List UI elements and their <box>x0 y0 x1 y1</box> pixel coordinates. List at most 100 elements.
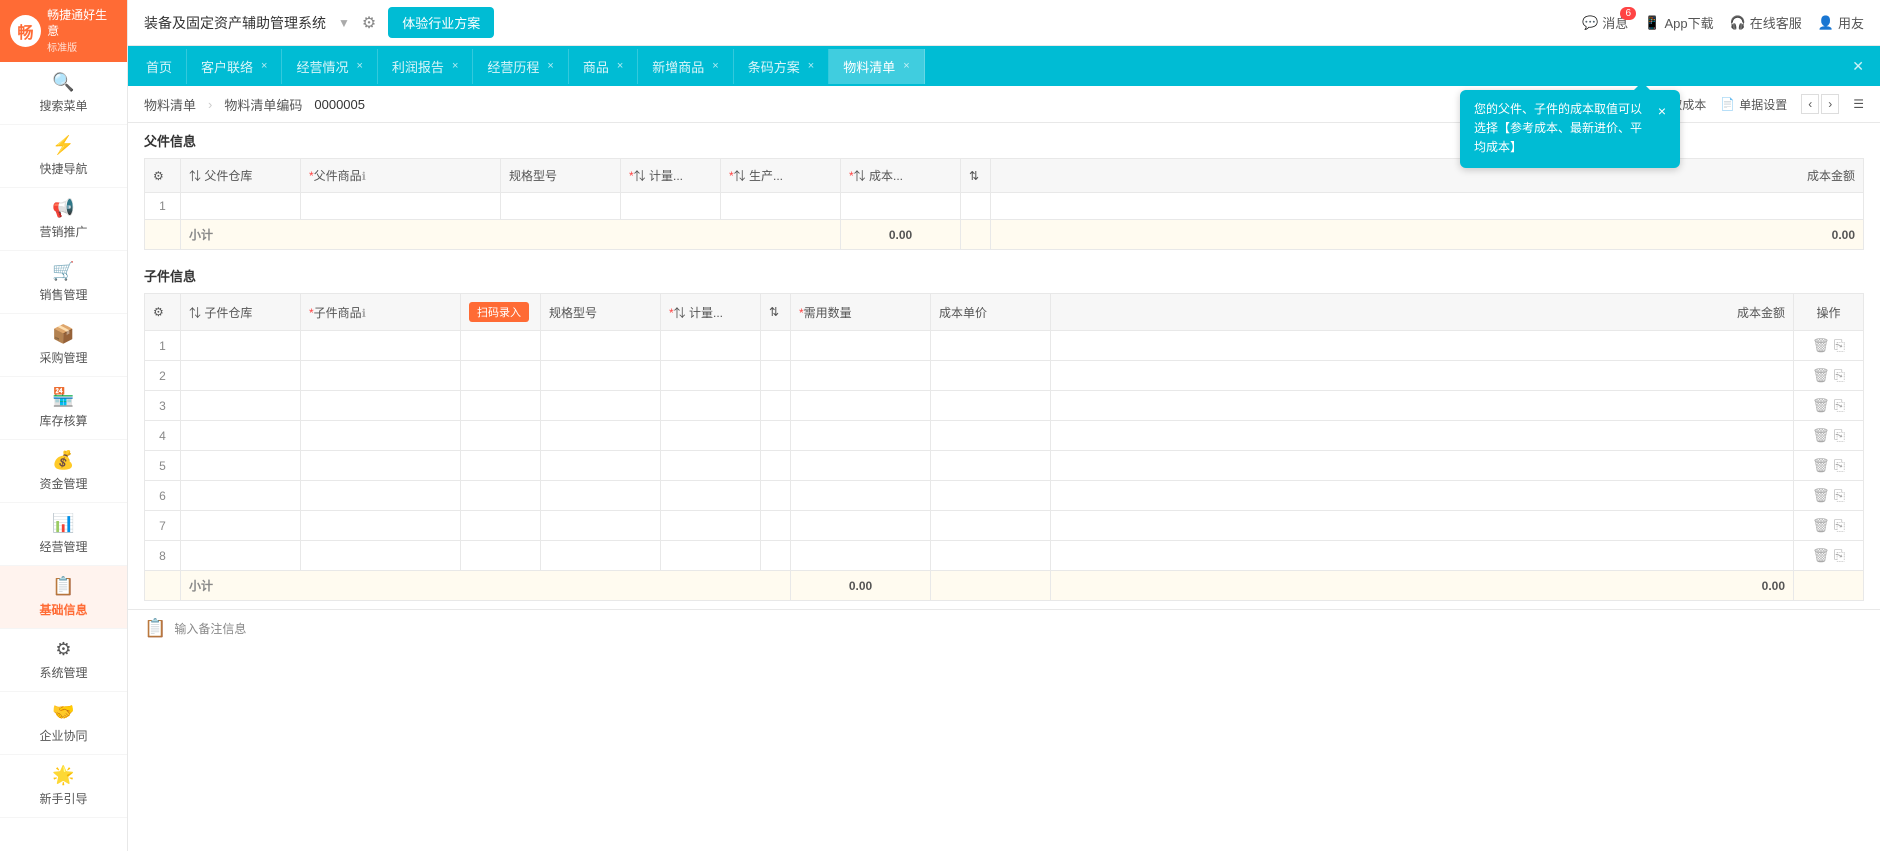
child-unit-cost-cell[interactable] <box>931 331 1051 361</box>
scan-button[interactable]: 扫码录入 <box>469 302 529 322</box>
child-spec-cell[interactable] <box>541 331 661 361</box>
child-warehouse-cell[interactable] <box>181 451 301 481</box>
parent-warehouse-cell[interactable] <box>181 193 301 220</box>
sidebar-item-inventory[interactable]: 🏪 库存核算 <box>0 377 127 440</box>
child-product-cell[interactable] <box>301 451 461 481</box>
copy-row-button[interactable]: ⎘ <box>1834 487 1845 504</box>
child-spec-cell[interactable] <box>541 421 661 451</box>
message-button[interactable]: 💬 消息 6 <box>1582 13 1628 32</box>
child-warehouse-cell[interactable] <box>181 541 301 571</box>
child-spec-cell[interactable] <box>541 361 661 391</box>
settings-icon[interactable]: ⚙ <box>362 13 376 33</box>
tab-barcode-close[interactable]: × <box>808 60 814 72</box>
tab-new-product[interactable]: 新增商品 × <box>638 49 733 84</box>
child-spec-cell[interactable] <box>541 481 661 511</box>
child-unit-cost-cell[interactable] <box>931 541 1051 571</box>
sidebar-item-enterprise[interactable]: 🤝 企业协同 <box>0 692 127 755</box>
tab-customer-close[interactable]: × <box>261 60 267 72</box>
child-warehouse-cell[interactable] <box>181 511 301 541</box>
copy-row-button[interactable]: ⎘ <box>1834 367 1845 384</box>
tab-history-close[interactable]: × <box>547 60 553 72</box>
tab-profit[interactable]: 利润报告 × <box>378 49 473 84</box>
child-unit-cost-cell[interactable] <box>931 481 1051 511</box>
child-product-cell[interactable] <box>301 421 461 451</box>
sidebar-item-system[interactable]: ⚙ 系统管理 <box>0 629 127 692</box>
tab-customer[interactable]: 客户联络 × <box>187 49 282 84</box>
bottom-bar-text[interactable]: 输入备注信息 <box>174 620 246 637</box>
child-unit-cell[interactable] <box>661 511 761 541</box>
trial-button[interactable]: 体验行业方案 <box>388 7 494 38</box>
child-required-qty-cell[interactable] <box>791 331 931 361</box>
child-col-settings[interactable]: ⚙ <box>145 294 181 331</box>
tab-barcode[interactable]: 条码方案 × <box>734 49 829 84</box>
delete-row-button[interactable]: 🗑 <box>1812 397 1830 414</box>
child-warehouse-cell[interactable] <box>181 361 301 391</box>
delete-row-button[interactable]: 🗑 <box>1812 547 1830 564</box>
child-spec-cell[interactable] <box>541 511 661 541</box>
sidebar-item-operation[interactable]: 📊 经营管理 <box>0 503 127 566</box>
child-unit-cell[interactable] <box>661 391 761 421</box>
copy-row-button[interactable]: ⎘ <box>1834 397 1845 414</box>
child-warehouse-cell[interactable] <box>181 331 301 361</box>
sidebar-item-sales[interactable]: 🛒 销售管理 <box>0 251 127 314</box>
child-col-scan[interactable]: 扫码录入 <box>461 294 541 331</box>
sidebar-item-quicknav[interactable]: ⚡ 快捷导航 <box>0 125 127 188</box>
single-settings-action[interactable]: 📄 单据设置 <box>1720 96 1787 113</box>
tab-operation[interactable]: 经营情况 × <box>282 49 377 84</box>
delete-row-button[interactable]: 🗑 <box>1812 487 1830 504</box>
delete-row-button[interactable]: 🗑 <box>1812 337 1830 354</box>
child-unit-cell[interactable] <box>661 331 761 361</box>
nav-prev-button[interactable]: ‹ <box>1801 94 1819 114</box>
child-spec-cell[interactable] <box>541 451 661 481</box>
tab-bom-close[interactable]: × <box>903 60 909 72</box>
sidebar-item-finance[interactable]: 💰 资金管理 <box>0 440 127 503</box>
tab-profit-close[interactable]: × <box>452 60 458 72</box>
child-spec-cell[interactable] <box>541 541 661 571</box>
child-warehouse-cell[interactable] <box>181 391 301 421</box>
child-unit-cell[interactable] <box>661 541 761 571</box>
child-required-qty-cell[interactable] <box>791 451 931 481</box>
child-warehouse-cell[interactable] <box>181 421 301 451</box>
child-required-qty-cell[interactable] <box>791 361 931 391</box>
child-spec-cell[interactable] <box>541 391 661 421</box>
sidebar-item-marketing[interactable]: 📢 营销推广 <box>0 188 127 251</box>
child-unit-cost-cell[interactable] <box>931 391 1051 421</box>
tab-home[interactable]: 首页 <box>132 49 187 84</box>
delete-row-button[interactable]: 🗑 <box>1812 517 1830 534</box>
parent-production-cell[interactable] <box>721 193 841 220</box>
tab-product-close[interactable]: × <box>617 60 623 72</box>
child-required-qty-cell[interactable] <box>791 391 931 421</box>
parent-unit-cell[interactable] <box>621 193 721 220</box>
copy-row-button[interactable]: ⎘ <box>1834 427 1845 444</box>
tab-new-product-close[interactable]: × <box>712 60 718 72</box>
breadcrumb-page-name[interactable]: 物料清单 <box>144 95 196 114</box>
delete-row-button[interactable]: 🗑 <box>1812 457 1830 474</box>
child-product-cell[interactable] <box>301 511 461 541</box>
tooltip-close-button[interactable]: × <box>1658 100 1666 122</box>
nav-next-button[interactable]: › <box>1821 94 1839 114</box>
child-product-cell[interactable] <box>301 331 461 361</box>
list-view-action[interactable]: ☰ <box>1853 97 1864 111</box>
delete-row-button[interactable]: 🗑 <box>1812 427 1830 444</box>
child-required-qty-cell[interactable] <box>791 421 931 451</box>
copy-row-button[interactable]: ⎘ <box>1834 457 1845 474</box>
child-required-qty-cell[interactable] <box>791 541 931 571</box>
copy-row-button[interactable]: ⎘ <box>1834 337 1845 354</box>
copy-row-button[interactable]: ⎘ <box>1834 517 1845 534</box>
tab-history[interactable]: 经营历程 × <box>473 49 568 84</box>
child-warehouse-cell[interactable] <box>181 481 301 511</box>
parent-product-cell[interactable] <box>301 193 501 220</box>
child-unit-cost-cell[interactable] <box>931 511 1051 541</box>
child-unit-cost-cell[interactable] <box>931 421 1051 451</box>
child-unit-cost-cell[interactable] <box>931 361 1051 391</box>
copy-row-button[interactable]: ⎘ <box>1834 547 1845 564</box>
tab-operation-close[interactable]: × <box>356 60 362 72</box>
parent-spec-cell[interactable] <box>501 193 621 220</box>
sidebar-item-guide[interactable]: 🌟 新手引导 <box>0 755 127 818</box>
user-menu[interactable]: 👤 用友 <box>1818 13 1864 32</box>
parent-col-settings[interactable]: ⚙ <box>145 159 181 193</box>
tab-product[interactable]: 商品 × <box>569 49 638 84</box>
child-product-cell[interactable] <box>301 361 461 391</box>
child-unit-cell[interactable] <box>661 451 761 481</box>
app-download-button[interactable]: 📱 App下载 <box>1644 13 1713 32</box>
